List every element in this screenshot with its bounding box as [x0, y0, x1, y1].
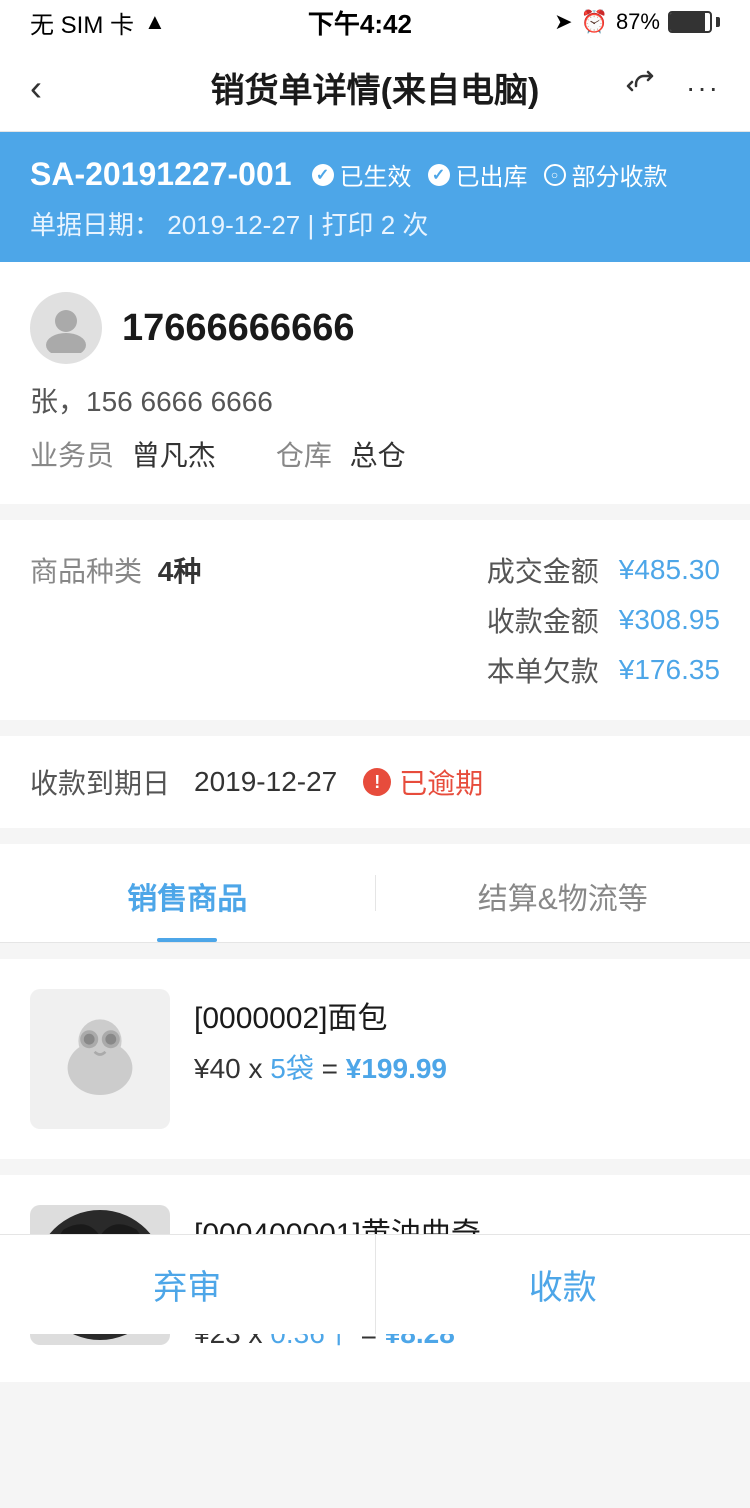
order-date-value: 2019-12-27 — [167, 210, 300, 240]
order-header-banner: SA-20191227-001 ✓ 已生效 ✓ 已出库 ○ 部分收款 单据日期：… — [0, 132, 750, 262]
status-bar: 无 SIM 卡 ▲ 下午4:42 ➤ ⏰ 87% — [0, 0, 750, 44]
overdue-badge: ! 已逾期 — [363, 762, 483, 802]
check-icon: ✓ — [312, 164, 334, 186]
check-icon-2: ✓ — [428, 164, 450, 186]
order-date-row: 单据日期： 2019-12-27 | 打印 2 次 — [30, 205, 720, 242]
customer-contact: 张，156 6666 6666 — [30, 380, 720, 420]
deal-amount-value: ¥485.30 — [619, 554, 720, 586]
back-button[interactable]: ‹ — [30, 57, 62, 119]
status-left: 无 SIM 卡 ▲ — [30, 5, 166, 40]
bottom-bar: 弃审 收款 — [0, 1234, 750, 1334]
tabs-row: 销售商品 结算&物流等 — [0, 844, 750, 942]
price-total-1: ¥199.99 — [346, 1053, 447, 1084]
nav-bar: ‹ 销货单详情(来自电脑) ··· — [0, 44, 750, 132]
alarm-icon: ⏰ — [581, 9, 608, 35]
avatar — [30, 292, 102, 364]
product-name-1: [0000002]面包 — [194, 993, 720, 1037]
price-qty-1: 5袋 — [270, 1053, 314, 1084]
due-amount-row: 本单欠款 ¥176.35 — [487, 650, 720, 690]
battery-indicator — [668, 11, 720, 33]
time-text: 下午4:42 — [308, 4, 412, 41]
table-row: [0000002]面包 ¥40 x 5袋 = ¥199.99 — [0, 959, 750, 1159]
confirm-button[interactable]: 收款 — [376, 1235, 750, 1334]
product-types-value: 4种 — [158, 556, 202, 587]
warehouse-field: 仓库 总仓 — [276, 434, 406, 474]
print-count: 2 — [381, 210, 395, 240]
due-date-value: 2019-12-27 — [194, 766, 337, 798]
status-right: ➤ ⏰ 87% — [554, 9, 720, 35]
badge-shipped: ✓ 已出库 — [428, 157, 528, 192]
due-amount-value: ¥176.35 — [619, 654, 720, 686]
salesman-field: 业务员 曾凡杰 — [30, 434, 216, 474]
carrier-text: 无 SIM 卡 — [30, 5, 134, 40]
product-image-1 — [30, 989, 170, 1129]
customer-phone: 17666666666 — [122, 307, 354, 350]
cancel-button[interactable]: 弃审 — [0, 1235, 376, 1334]
customer-section: 17666666666 张，156 6666 6666 业务员 曾凡杰 仓库 总… — [0, 262, 750, 504]
due-amount-label: 本单欠款 — [487, 650, 599, 690]
price-unit-1: ¥40 — [194, 1053, 241, 1084]
order-number: SA-20191227-001 — [30, 156, 292, 193]
overdue-text: 已逾期 — [399, 762, 483, 802]
battery-percent: 87% — [616, 9, 660, 35]
warehouse-label: 仓库 — [276, 440, 332, 471]
amounts-block: 成交金额 ¥485.30 收款金额 ¥308.95 本单欠款 ¥176.35 — [487, 550, 720, 690]
more-icon[interactable]: ··· — [686, 72, 720, 104]
receipt-amount-label: 收款金额 — [487, 600, 599, 640]
tab-sales-products[interactable]: 销售商品 — [0, 844, 375, 942]
salesman-label: 业务员 — [30, 440, 114, 471]
overdue-icon: ! — [363, 768, 391, 796]
page-title: 销货单详情(来自电脑) — [211, 63, 540, 112]
share-icon[interactable] — [624, 68, 656, 108]
deal-amount-label: 成交金额 — [487, 550, 599, 590]
product-types-label: 商品种类 — [30, 556, 142, 587]
nav-right-actions: ··· — [624, 68, 720, 108]
product-price-row-1: ¥40 x 5袋 = ¥199.99 — [194, 1047, 720, 1087]
receipt-amount-value: ¥308.95 — [619, 604, 720, 636]
tabs-section: 销售商品 结算&物流等 — [0, 844, 750, 943]
clock-icon: ○ — [544, 164, 566, 186]
receipt-amount-row: 收款金额 ¥308.95 — [487, 600, 720, 640]
warehouse-value: 总仓 — [350, 440, 406, 471]
product-info-1: [0000002]面包 ¥40 x 5袋 = ¥199.99 — [194, 989, 720, 1087]
salesman-value: 曾凡杰 — [132, 440, 216, 471]
badge-effective: ✓ 已生效 — [312, 157, 412, 192]
deal-amount-row: 成交金额 ¥485.30 — [487, 550, 720, 590]
due-date-section: 收款到期日 2019-12-27 ! 已逾期 — [0, 736, 750, 828]
location-icon: ➤ — [554, 9, 572, 35]
wifi-icon: ▲ — [144, 9, 166, 35]
product-types-field: 商品种类 4种 — [30, 550, 201, 590]
customer-meta: 业务员 曾凡杰 仓库 总仓 — [30, 434, 720, 474]
tab-settlement[interactable]: 结算&物流等 — [376, 844, 750, 942]
order-badges: ✓ 已生效 ✓ 已出库 ○ 部分收款 — [312, 157, 668, 192]
due-date-label: 收款到期日 — [30, 762, 170, 802]
badge-partial-payment: ○ 部分收款 — [544, 157, 668, 192]
summary-section: 商品种类 4种 成交金额 ¥485.30 收款金额 ¥308.95 本单欠款 ¥… — [0, 520, 750, 720]
